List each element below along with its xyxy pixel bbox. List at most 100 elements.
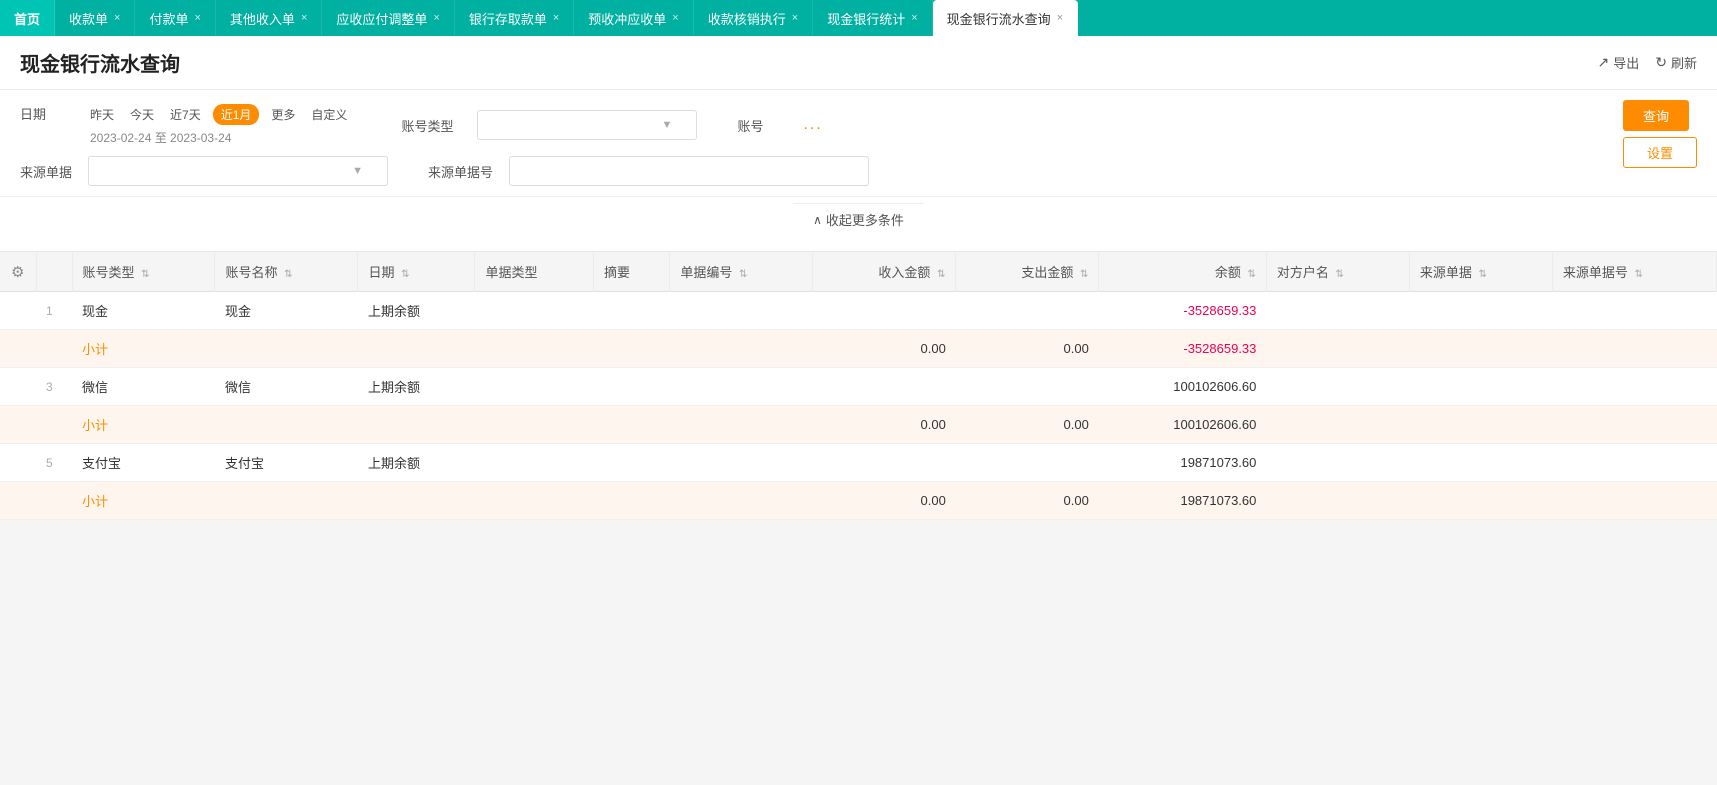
nav-receipts-close[interactable]: × [114,12,120,24]
refresh-label: 刷新 [1671,53,1697,72]
row-gear [0,444,36,482]
row-index [36,330,72,368]
nav-other-income-close[interactable]: × [301,12,307,24]
source-doc-label: 来源单据 [20,162,72,181]
source-doc-select[interactable]: ▼ [88,156,388,186]
account-type-select[interactable]: ▼ [477,110,697,140]
sort-expense: ⇅ [1080,269,1088,280]
col-date[interactable]: 日期 ⇅ [358,252,475,292]
date-today[interactable]: 今天 [126,105,158,124]
nav-flow-query-close[interactable]: × [1057,12,1063,24]
row-doc-type [475,444,594,482]
row-expense: 0.00 [956,482,1099,520]
collapse-button[interactable]: ∧ 收起更多条件 [793,203,924,235]
date-7days[interactable]: 近7天 [166,105,205,124]
row-balance: 19871073.60 [1099,482,1267,520]
row-source-doc [1409,406,1552,444]
row-account-name [215,330,358,368]
account-label: 账号 [737,116,787,135]
refresh-button[interactable]: ↻ 刷新 [1655,53,1697,72]
row-balance: 100102606.60 [1099,368,1267,406]
date-1month[interactable]: 近1月 [213,104,260,125]
row-date: 上期余额 [358,444,475,482]
col-account-name[interactable]: 账号名称 ⇅ [215,252,358,292]
row-source-doc [1409,330,1552,368]
nav-payments-close[interactable]: × [194,12,200,24]
row-index: 1 [36,292,72,330]
nav-flow-query[interactable]: 现金银行流水查询 × [933,0,1078,36]
row-expense: 0.00 [956,330,1099,368]
col-expense[interactable]: 支出金额 ⇅ [956,252,1099,292]
row-summary [594,292,670,330]
col-income[interactable]: 收入金额 ⇅ [813,252,956,292]
nav-receipts[interactable]: 收款单 × [55,0,135,36]
row-account-name [215,406,358,444]
nav-bank-deposit-close[interactable]: × [553,12,559,24]
row-gear [0,406,36,444]
table-wrap: ⚙ 账号类型 ⇅ 账号名称 ⇅ 日期 ⇅ 单据类型 [0,252,1717,520]
row-doc-no [670,482,813,520]
row-account-name: 现金 [215,292,358,330]
source-doc-num-input[interactable] [509,156,869,186]
col-source-doc[interactable]: 来源单据 ⇅ [1409,252,1552,292]
nav-verify[interactable]: 收款核销执行 × [694,0,813,36]
date-more[interactable]: 更多 [267,105,299,124]
nav-flow-query-label: 现金银行流水查询 [947,9,1051,28]
row-source-doc [1409,368,1552,406]
nav-other-income[interactable]: 其他收入单 × [216,0,322,36]
row-source-doc-no [1552,330,1716,368]
row-income [813,292,956,330]
nav-bank-deposit[interactable]: 银行存取款单 × [455,0,574,36]
row-index [36,482,72,520]
sort-income: ⇅ [937,269,945,280]
row-source-doc-no [1552,444,1716,482]
col-doc-type[interactable]: 单据类型 [475,252,594,292]
row-expense: 0.00 [956,406,1099,444]
col-doc-no[interactable]: 单据编号 ⇅ [670,252,813,292]
row-counterparty [1266,482,1409,520]
nav-adjust[interactable]: 应收应付调整单 × [322,0,454,36]
nav-verify-close[interactable]: × [792,12,798,24]
table-row: 小计0.000.0019871073.60 [0,482,1717,520]
collapse-label: 收起更多条件 [826,210,904,229]
col-source-doc-no[interactable]: 来源单据号 ⇅ [1552,252,1716,292]
row-date [358,406,475,444]
nav-home-label: 首页 [14,9,40,28]
nav-stats[interactable]: 现金银行统计 × [813,0,932,36]
account-type-chevron: ▼ [662,119,673,131]
col-balance[interactable]: 余额 ⇅ [1099,252,1267,292]
row-counterparty [1266,444,1409,482]
row-account-type: 小计 [72,330,215,368]
col-counterparty[interactable]: 对方户名 ⇅ [1266,252,1409,292]
account-type-label: 账号类型 [401,116,461,135]
header-actions: ↗ 导出 ↻ 刷新 [1598,53,1698,72]
row-expense [956,292,1099,330]
row-index: 3 [36,368,72,406]
col-account-type[interactable]: 账号类型 ⇅ [72,252,215,292]
nav-stats-close[interactable]: × [911,12,917,24]
row-gear [0,368,36,406]
nav-other-income-label: 其他收入单 [230,9,295,28]
nav-payments[interactable]: 付款单 × [135,0,215,36]
export-button[interactable]: ↗ 导出 [1598,53,1640,72]
setting-button[interactable]: 设置 [1623,137,1697,168]
row-date: 上期余额 [358,368,475,406]
nav-prepay[interactable]: 预收冲应收单 × [574,0,693,36]
account-dots[interactable]: ... [803,116,822,134]
row-doc-type [475,368,594,406]
gear-icon[interactable]: ⚙ [11,264,24,281]
row-source-doc-no [1552,482,1716,520]
row-summary [594,330,670,368]
col-summary[interactable]: 摘要 [594,252,670,292]
date-yesterday[interactable]: 昨天 [86,105,118,124]
top-nav: 首页 收款单 × 付款单 × 其他收入单 × 应收应付调整单 × 银行存取款单 … [0,0,1717,36]
query-button[interactable]: 查询 [1623,100,1689,131]
data-table: ⚙ 账号类型 ⇅ 账号名称 ⇅ 日期 ⇅ 单据类型 [0,252,1717,520]
nav-home[interactable]: 首页 [0,0,55,36]
table-header-row: ⚙ 账号类型 ⇅ 账号名称 ⇅ 日期 ⇅ 单据类型 [0,252,1717,292]
nav-adjust-close[interactable]: × [433,12,439,24]
sort-account-type: ⇅ [141,269,149,280]
nav-prepay-close[interactable]: × [672,12,678,24]
refresh-icon: ↻ [1655,54,1667,71]
date-custom[interactable]: 自定义 [307,105,351,124]
